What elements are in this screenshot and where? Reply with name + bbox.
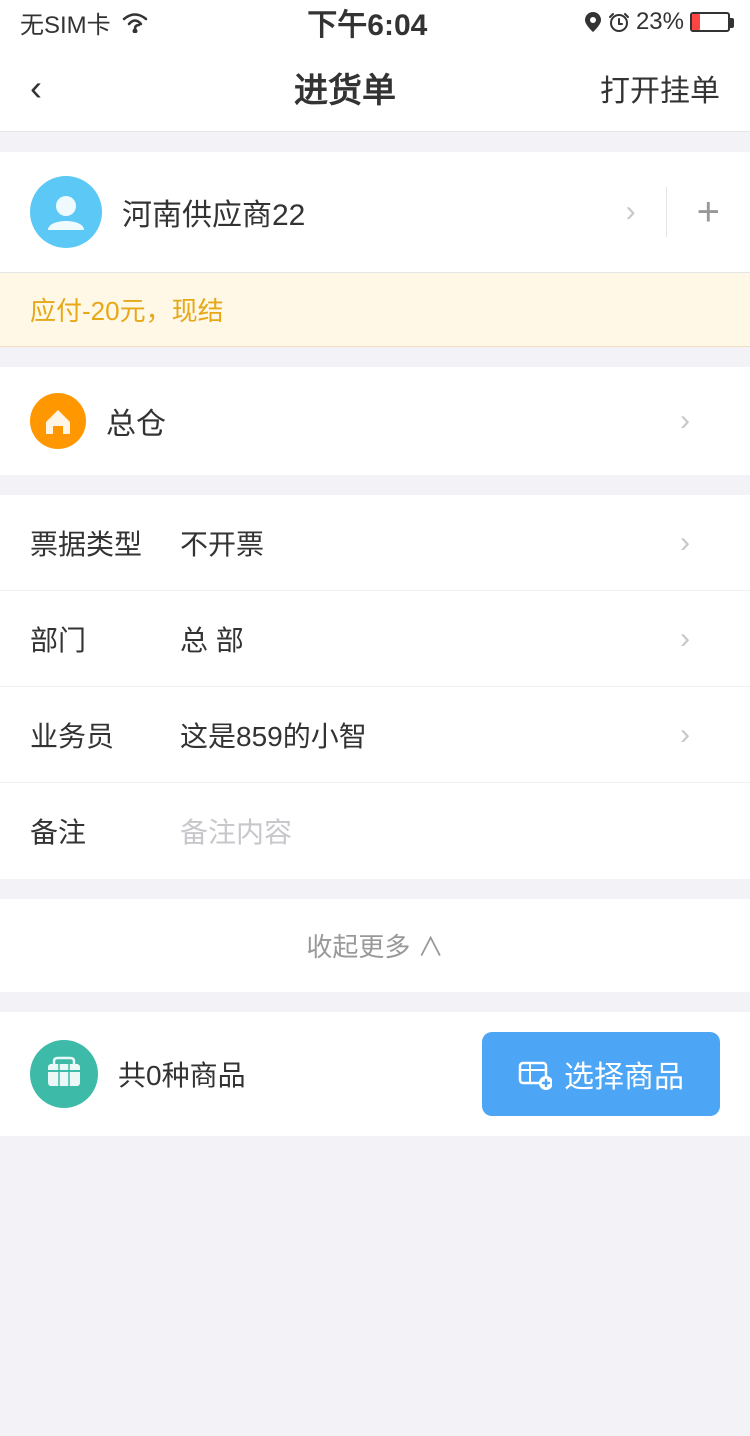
invoice-type-chevron: › [680,526,690,560]
supplier-name: 河南供应商22 [122,190,626,234]
section-gap-1 [0,132,750,152]
page-title: 进货单 [294,63,396,112]
status-time: 下午6:04 [307,0,427,44]
department-label: 部门 [30,619,160,659]
battery-icon [690,12,730,32]
select-product-label: 选择商品 [564,1052,684,1096]
collapse-button[interactable]: 收起更多 ∧ [0,899,750,992]
status-bar: 无SIM卡 下午6:04 23% [0,0,750,44]
invoice-type-value: 不开票 [160,523,680,563]
alarm-icon [608,11,630,33]
salesperson-chevron: › [680,718,690,752]
supplier-avatar [30,176,102,248]
department-row[interactable]: 部门 总 部 › [0,591,750,687]
invoice-type-row[interactable]: 票据类型 不开票 › [0,495,750,591]
user-icon [44,190,88,234]
supplier-section: 河南供应商22 › + 应付-20元，现结 [0,152,750,347]
select-product-button[interactable]: 选择商品 [482,1032,720,1116]
battery-percent: 23% [636,8,684,36]
cart-icon [44,1054,84,1094]
notice-bar: 应付-20元，现结 [0,273,750,347]
wifi-icon [119,11,151,33]
salesperson-label: 业务员 [30,715,160,755]
carrier-label: 无SIM卡 [20,5,111,40]
department-value: 总 部 [160,619,680,659]
select-product-icon [518,1057,552,1091]
remark-label: 备注 [30,811,160,851]
product-count-icon [30,1040,98,1108]
supplier-chevron: › [626,195,636,229]
warehouse-name: 总仓 [106,399,680,443]
form-section: 票据类型 不开票 › 部门 总 部 › 业务员 这是859的小智 › 备注 备注… [0,495,750,879]
remark-row[interactable]: 备注 备注内容 [0,783,750,879]
supplier-divider [666,187,667,237]
salesperson-row[interactable]: 业务员 这是859的小智 › [0,687,750,783]
back-button[interactable]: ‹ [30,67,90,109]
department-chevron: › [680,622,690,656]
salesperson-value: 这是859的小智 [160,715,680,755]
status-bar-right: 23% [584,8,730,36]
product-bar: 共0种商品 选择商品 [0,1012,750,1136]
gap-1 [0,347,750,367]
supplier-row[interactable]: 河南供应商22 › + [0,152,750,273]
add-supplier-button[interactable]: + [697,190,720,235]
status-bar-left: 无SIM卡 [20,5,151,40]
remark-input[interactable]: 备注内容 [160,811,720,851]
warehouse-chevron: › [680,404,690,438]
nav-bar: ‹ 进货单 打开挂单 [0,44,750,132]
product-count-text: 共0种商品 [118,1054,462,1094]
open-pending-button[interactable]: 打开挂单 [600,66,720,110]
bottom-gray-area [0,1136,750,1436]
invoice-type-label: 票据类型 [30,523,160,563]
house-icon [41,404,75,438]
warehouse-row[interactable]: 总仓 › [0,367,750,475]
warehouse-icon [30,393,86,449]
location-icon [584,11,602,33]
